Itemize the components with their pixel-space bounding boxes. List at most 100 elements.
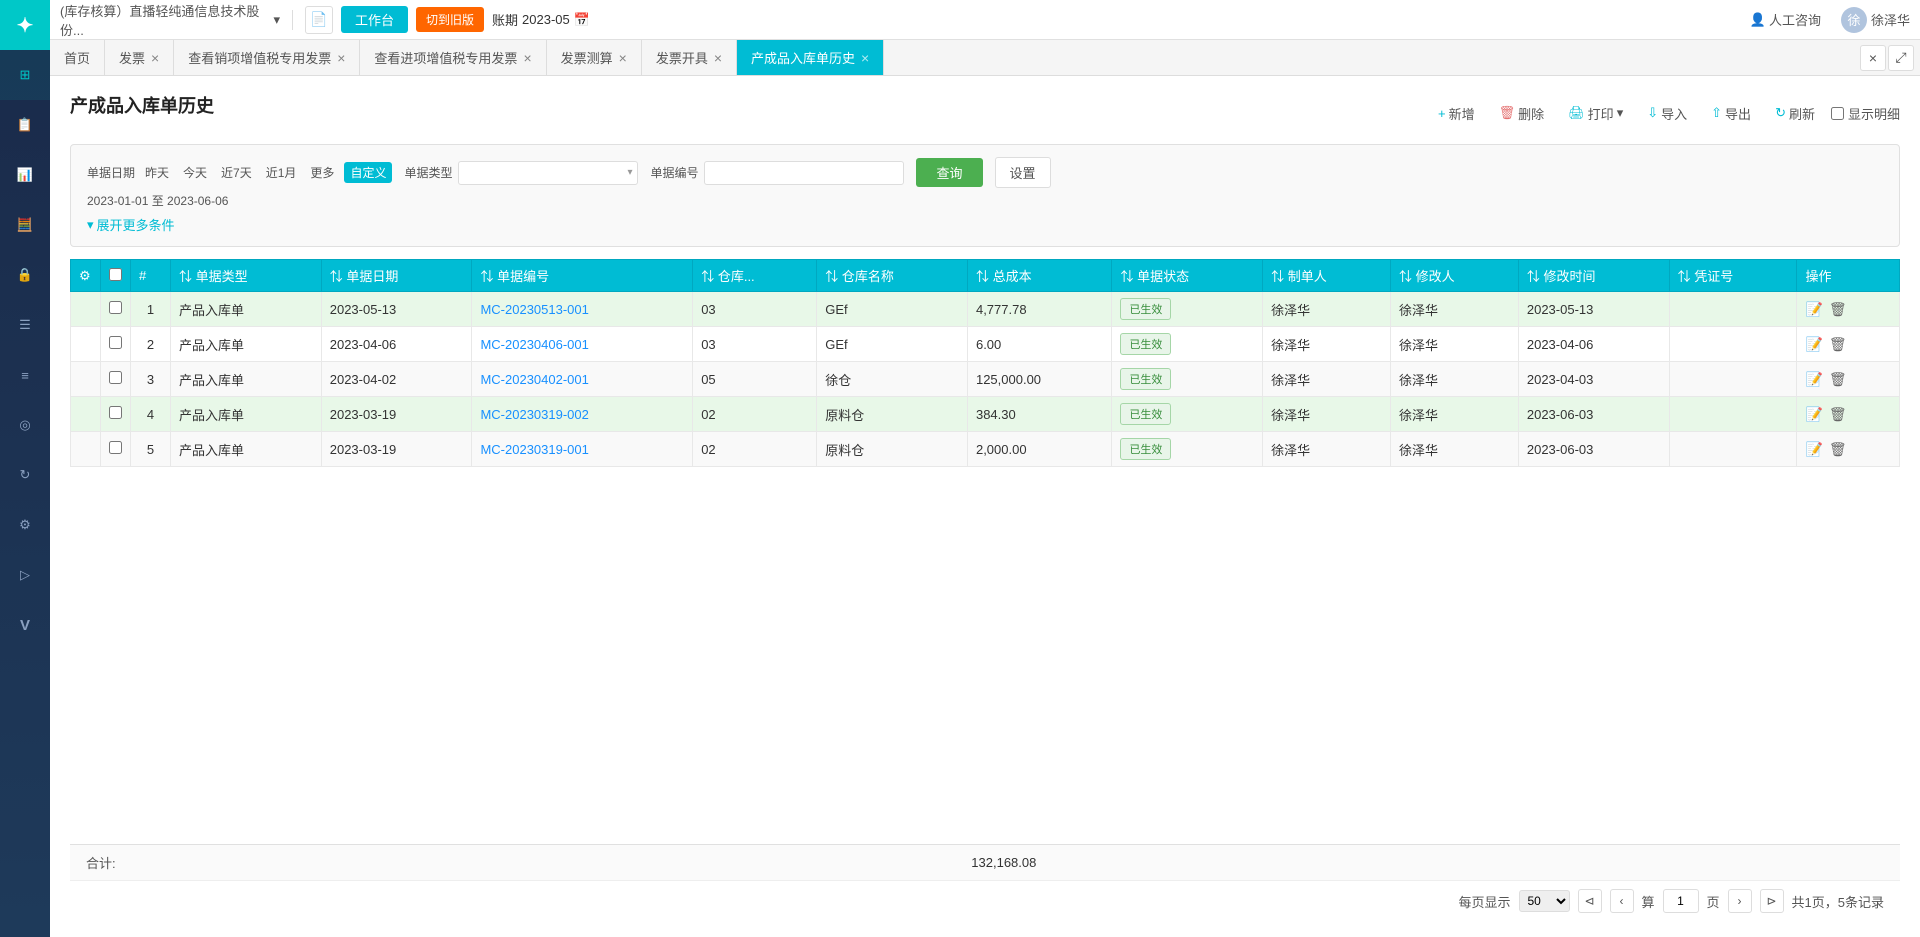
delete-row-icon[interactable]: 🗑: [1829, 406, 1847, 423]
row-checkbox[interactable]: [109, 441, 122, 454]
app-logo[interactable]: ✦: [0, 0, 50, 50]
date-yesterday[interactable]: 昨天: [141, 162, 173, 183]
row-creator: 徐泽华: [1263, 362, 1391, 397]
edit-icon[interactable]: 📝: [1805, 406, 1822, 423]
tab-product-history[interactable]: 产成品入库单历史 ×: [737, 40, 884, 76]
page-input[interactable]: [1663, 889, 1699, 913]
date-1month[interactable]: 近1月: [262, 162, 301, 183]
row-number[interactable]: MC-20230513-001: [472, 292, 693, 327]
edit-icon[interactable]: 📝: [1805, 371, 1822, 388]
col-creator[interactable]: ⇅ 制单人: [1263, 260, 1391, 292]
tab-home[interactable]: 首页: [50, 40, 105, 76]
query-button[interactable]: 查询: [916, 158, 982, 187]
sidebar-item-grid[interactable]: ☰: [0, 300, 50, 350]
page-prev-btn[interactable]: ‹: [1610, 889, 1634, 913]
date-custom[interactable]: 自定义: [344, 162, 392, 183]
page-next-btn[interactable]: ›: [1728, 889, 1752, 913]
import-button[interactable]: ⇩ 导入: [1639, 100, 1695, 127]
tab-invoice-close[interactable]: ×: [151, 51, 159, 65]
row-modify-time: 2023-06-03: [1518, 397, 1669, 432]
sidebar-item-stamp[interactable]: ◎: [0, 400, 50, 450]
row-number[interactable]: MC-20230319-002: [472, 397, 693, 432]
tab-invoice[interactable]: 发票 ×: [105, 40, 174, 76]
row-number[interactable]: MC-20230319-001: [472, 432, 693, 467]
doc-icon[interactable]: 📄: [305, 6, 333, 34]
new-button[interactable]: + 新增: [1430, 100, 1483, 127]
sidebar-item-play[interactable]: ▷: [0, 550, 50, 600]
number-input[interactable]: [704, 161, 904, 185]
delete-row-icon[interactable]: 🗑: [1829, 336, 1847, 353]
tabbar-close-btn[interactable]: ×: [1860, 45, 1886, 71]
col-settings[interactable]: ⚙: [71, 260, 101, 292]
tab-vat-sales[interactable]: 查看销项增值税专用发票 ×: [174, 40, 360, 76]
row-number[interactable]: MC-20230406-001: [472, 327, 693, 362]
export-button[interactable]: ⇧ 导出: [1703, 100, 1759, 127]
action-icons: 📝 🗑: [1805, 406, 1891, 423]
row-checkbox[interactable]: [109, 301, 122, 314]
refresh-button[interactable]: ↻ 刷新: [1767, 100, 1823, 127]
tab-product-history-close[interactable]: ×: [861, 51, 869, 65]
tab-vat-purchase-label: 查看进项增值税专用发票: [374, 48, 517, 67]
type-select[interactable]: 产品入库单: [458, 161, 638, 185]
sidebar-item-doc[interactable]: 📋: [0, 100, 50, 150]
tab-vat-sales-close[interactable]: ×: [337, 51, 345, 65]
col-modifier[interactable]: ⇅ 修改人: [1391, 260, 1519, 292]
sidebar-item-settings[interactable]: ⚙: [0, 500, 50, 550]
row-number[interactable]: MC-20230402-001: [472, 362, 693, 397]
tab-vat-purchase-close[interactable]: ×: [523, 51, 531, 65]
tabbar-maximize-btn[interactable]: ⤢: [1888, 45, 1914, 71]
date-today[interactable]: 今天: [179, 162, 211, 183]
col-voucher[interactable]: ⇅ 凭证号: [1669, 260, 1797, 292]
show-detail-checkbox[interactable]: [1831, 107, 1844, 120]
delete-row-icon[interactable]: 🗑: [1829, 441, 1847, 458]
row-checkbox[interactable]: [109, 336, 122, 349]
sidebar-item-v[interactable]: V: [0, 600, 50, 650]
row-voucher: [1669, 362, 1797, 397]
select-all-checkbox[interactable]: [109, 268, 122, 281]
col-warehouse-code[interactable]: ⇅ 仓库...: [693, 260, 817, 292]
tab-invoice-calc[interactable]: 发票测算 ×: [547, 40, 642, 76]
user-menu[interactable]: 徐 徐泽华: [1841, 7, 1910, 33]
tab-vat-purchase[interactable]: 查看进项增值税专用发票 ×: [360, 40, 546, 76]
row-checkbox[interactable]: [109, 371, 122, 384]
action-icons: 📝 🗑: [1805, 301, 1891, 318]
edit-icon[interactable]: 📝: [1805, 441, 1822, 458]
set-button[interactable]: 设置: [995, 157, 1051, 188]
col-number[interactable]: ⇅ 单据编号: [472, 260, 693, 292]
sidebar-item-list[interactable]: ≡: [0, 350, 50, 400]
print-button[interactable]: 🖨 打印 ▾: [1560, 100, 1631, 127]
delete-row-icon[interactable]: 🗑: [1829, 301, 1847, 318]
page-first-btn[interactable]: ⊲: [1578, 889, 1602, 913]
date-7days[interactable]: 近7天: [217, 162, 256, 183]
col-total-cost[interactable]: ⇅ 总成本: [967, 260, 1111, 292]
sidebar-item-refresh[interactable]: ↻: [0, 450, 50, 500]
col-status[interactable]: ⇅ 单据状态: [1112, 260, 1263, 292]
workbench-button[interactable]: 工作台: [341, 6, 408, 33]
sidebar-item-home[interactable]: ⊞: [0, 50, 50, 100]
row-type: 产品入库单: [171, 327, 322, 362]
expand-button[interactable]: ▾ 展开更多条件: [87, 215, 1883, 234]
page-size-select[interactable]: 50 100 200: [1519, 890, 1570, 912]
tab-invoice-open-close[interactable]: ×: [714, 51, 722, 65]
tab-invoice-calc-close[interactable]: ×: [619, 51, 627, 65]
col-type[interactable]: ⇅ 单据类型: [171, 260, 322, 292]
delete-row-icon[interactable]: 🗑: [1829, 371, 1847, 388]
page-last-btn[interactable]: ⊳: [1760, 889, 1784, 913]
row-checkbox[interactable]: [109, 406, 122, 419]
col-modify-time[interactable]: ⇅ 修改时间: [1518, 260, 1669, 292]
tab-invoice-open[interactable]: 发票开具 ×: [642, 40, 737, 76]
col-warehouse-name[interactable]: ⇅ 仓库名称: [817, 260, 968, 292]
switch-old-button[interactable]: 切到旧版: [416, 7, 484, 32]
date-more[interactable]: 更多: [306, 162, 338, 183]
company-selector[interactable]: (库存核算）直播轻纯通信息技术股份... ▾: [60, 1, 280, 39]
edit-icon[interactable]: 📝: [1805, 336, 1822, 353]
delete-button[interactable]: 🗑 删除: [1491, 100, 1553, 127]
support-button[interactable]: 👤 人工咨询: [1742, 6, 1829, 33]
sidebar-item-chart[interactable]: 📊: [0, 150, 50, 200]
period-calendar-icon[interactable]: 📅: [574, 12, 590, 28]
col-date[interactable]: ⇅ 单据日期: [321, 260, 472, 292]
sidebar-item-lock[interactable]: 🔒: [0, 250, 50, 300]
sidebar-item-calc[interactable]: 🧮: [0, 200, 50, 250]
edit-icon[interactable]: 📝: [1805, 301, 1822, 318]
show-detail-toggle[interactable]: 显示明细: [1831, 104, 1900, 123]
